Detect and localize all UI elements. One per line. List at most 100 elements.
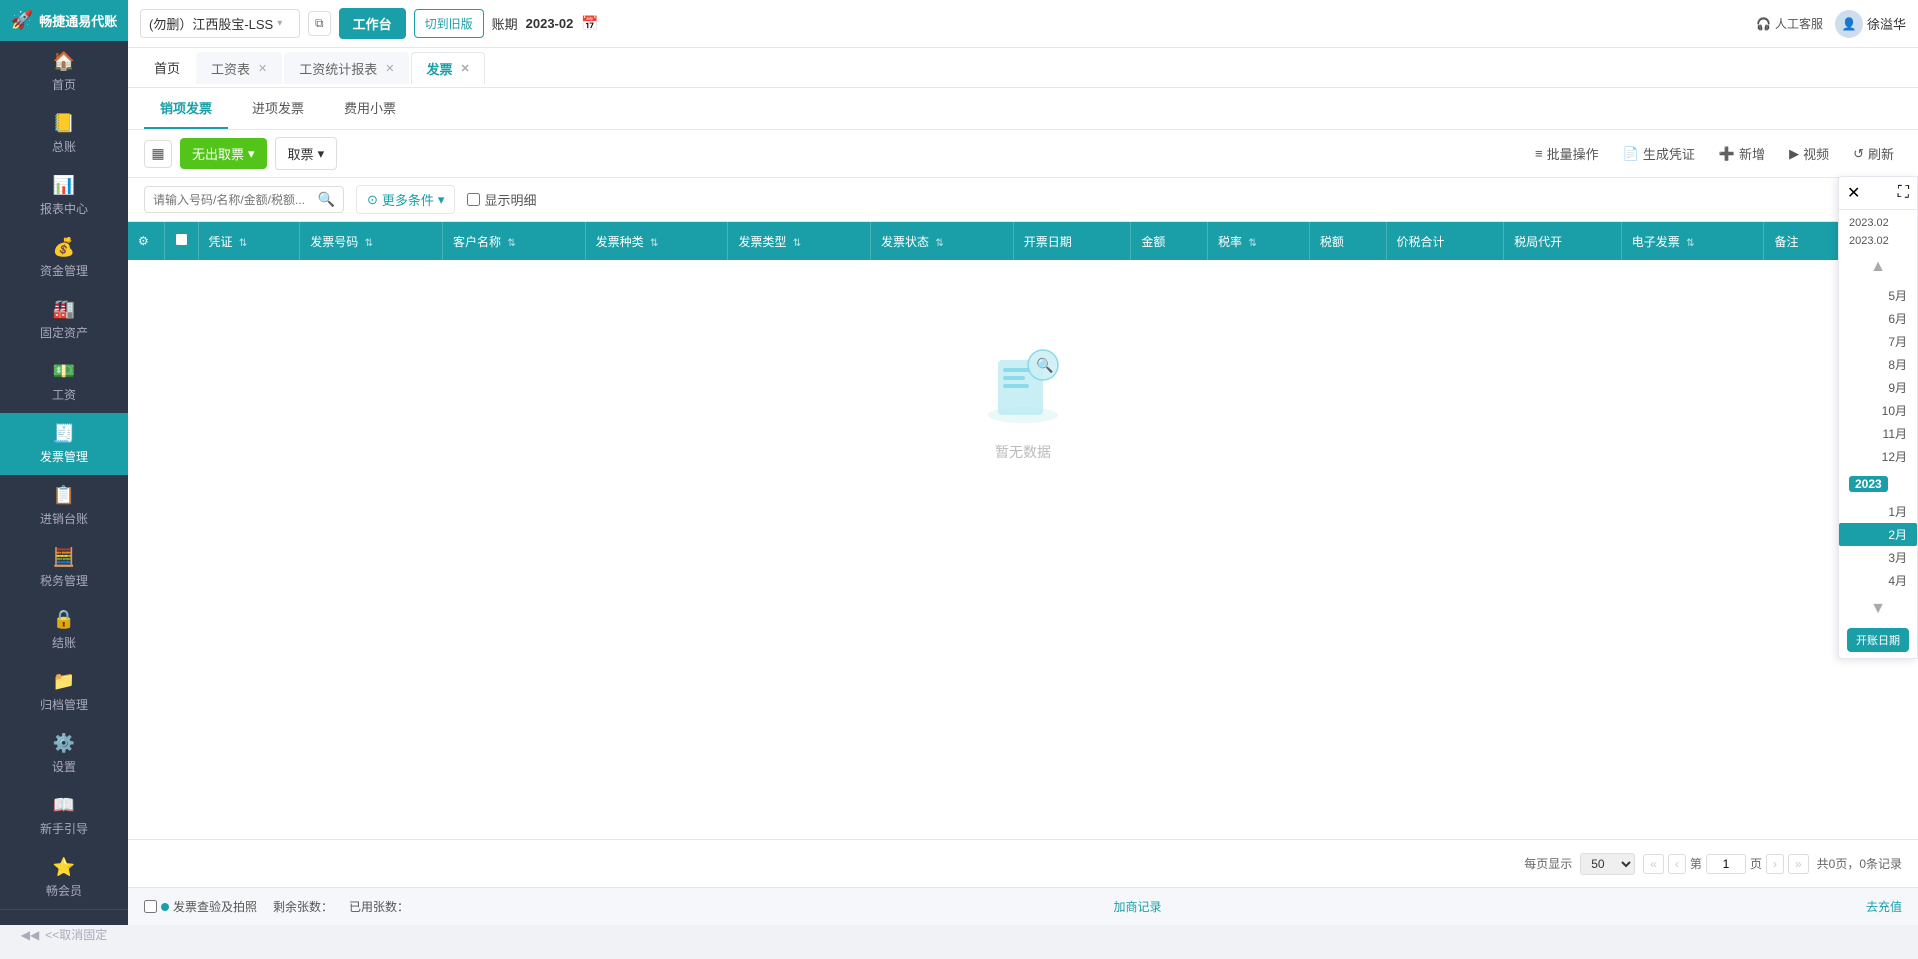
- new-label: 新增: [1739, 144, 1765, 163]
- col-invoice-category[interactable]: 发票类型 ⇅: [728, 222, 871, 260]
- company-selector[interactable]: (勿删）江西股宝-LSS ▾: [140, 9, 300, 38]
- grid-icon-btn[interactable]: ▦: [144, 140, 172, 168]
- tab-payroll[interactable]: 工资表 ✕: [196, 52, 282, 84]
- bottombar: 发票查验及拍照 剩余张数： 已用张数： 加商记录 去充值: [128, 887, 1918, 925]
- show-detail-checkbox[interactable]: 显示明细: [467, 190, 536, 209]
- date-item-7[interactable]: 7月: [1839, 330, 1917, 353]
- take-ticket-button[interactable]: 取票 ▾: [275, 137, 338, 170]
- sidebar-item-label: 归档管理: [40, 696, 88, 713]
- user-menu[interactable]: 👤 徐溢华: [1835, 10, 1906, 38]
- search-icon[interactable]: 🔍: [318, 191, 335, 208]
- tab-invoice[interactable]: 发票 ✕: [411, 52, 484, 84]
- verify-checkbox[interactable]: [144, 900, 157, 913]
- tab-home[interactable]: 首页: [140, 52, 194, 83]
- sort-invoice-no-icon: ⇅: [365, 238, 373, 249]
- no-cancel-button[interactable]: 无出取票 ▾: [180, 138, 267, 169]
- new-button[interactable]: ➕ 新增: [1711, 140, 1773, 167]
- no-cancel-arrow: ▾: [248, 146, 255, 162]
- date-item-10[interactable]: 10月: [1839, 399, 1917, 422]
- tab-close-payroll-stats[interactable]: ✕: [385, 62, 394, 75]
- date-panel-close-btn[interactable]: ✕: [1847, 183, 1860, 203]
- tab-close-invoice[interactable]: ✕: [461, 62, 470, 75]
- search-input[interactable]: [153, 193, 312, 207]
- sidebar-item-guide[interactable]: 📖 新手引导: [0, 785, 128, 847]
- switch-version-button[interactable]: 切到旧版: [414, 9, 484, 38]
- subtab-sales-invoice[interactable]: 销项发票: [144, 88, 228, 129]
- date-item-m3[interactable]: 3月: [1839, 546, 1917, 569]
- workspace-button[interactable]: 工作台: [339, 8, 406, 39]
- current-year-label[interactable]: 2023: [1839, 472, 1917, 496]
- col-invoice-status[interactable]: 发票状态 ⇅: [871, 222, 1014, 260]
- support-label: 人工客服: [1775, 15, 1823, 32]
- date-item-12[interactable]: 12月: [1839, 445, 1917, 468]
- sidebar-logo[interactable]: 🚀 畅捷通易代账: [0, 0, 128, 41]
- date-item-9[interactable]: 9月: [1839, 376, 1917, 399]
- date-item-2023-02-top1[interactable]: 2023.02: [1839, 214, 1917, 232]
- date-item-8[interactable]: 8月: [1839, 353, 1917, 376]
- date-item-m1[interactable]: 1月: [1839, 500, 1917, 523]
- recharge-link[interactable]: 去充值: [1866, 898, 1902, 915]
- batch-op-icon: ≡: [1535, 146, 1543, 161]
- sidebar-item-ledger[interactable]: 📒 总账: [0, 103, 128, 165]
- date-panel-expand-btn[interactable]: ⛶: [1898, 184, 1909, 202]
- support-button[interactable]: 🎧 人工客服: [1756, 15, 1823, 32]
- sidebar-item-assets[interactable]: 🏭 固定资产: [0, 289, 128, 351]
- show-detail-input[interactable]: [467, 193, 480, 206]
- sidebar-item-member[interactable]: ⭐ 畅会员: [0, 847, 128, 909]
- page-size-select[interactable]: 20 50 100: [1580, 853, 1635, 875]
- last-page-btn[interactable]: »: [1788, 854, 1809, 874]
- refresh-icon: ↺: [1853, 146, 1864, 162]
- sidebar-item-funds[interactable]: 💰 资金管理: [0, 227, 128, 289]
- col-e-invoice[interactable]: 电子发票 ⇅: [1621, 222, 1764, 260]
- collapse-sidebar-btn[interactable]: ◀◀ <<取消固定: [0, 918, 128, 951]
- tab-close-payroll[interactable]: ✕: [258, 62, 267, 75]
- date-item-11[interactable]: 11月: [1839, 422, 1917, 445]
- sidebar-item-payroll[interactable]: 💵 工资: [0, 351, 128, 413]
- check-verify-btn[interactable]: 发票查验及拍照: [144, 898, 257, 915]
- refresh-button[interactable]: ↺ 刷新: [1845, 140, 1902, 167]
- col-settings[interactable]: ⚙: [128, 222, 164, 260]
- next-page-btn[interactable]: ›: [1766, 854, 1784, 874]
- date-panel-current-year-months: 1月 2月 3月 4月: [1839, 496, 1917, 596]
- sidebar-item-invoice[interactable]: 🧾 发票管理: [0, 413, 128, 475]
- col-invoice-no[interactable]: 发票号码 ⇅: [300, 222, 443, 260]
- history-link[interactable]: 加商记录: [1114, 898, 1162, 915]
- col-cert[interactable]: 凭证 ⇅: [198, 222, 300, 260]
- col-tax-rate[interactable]: 税率 ⇅: [1208, 222, 1310, 260]
- select-all-checkbox[interactable]: [175, 233, 188, 246]
- sidebar-item-close[interactable]: 🔒 结账: [0, 599, 128, 661]
- date-item-m2[interactable]: 2月: [1839, 523, 1917, 546]
- date-item-m4[interactable]: 4月: [1839, 569, 1917, 592]
- col-customer[interactable]: 客户名称 ⇅: [442, 222, 585, 260]
- show-detail-label: 显示明细: [484, 190, 536, 209]
- generate-cert-button[interactable]: 📄 生成凭证: [1615, 140, 1703, 167]
- sidebar-item-settings[interactable]: ⚙️ 设置: [0, 723, 128, 785]
- sidebar-item-reports[interactable]: 📊 报表中心: [0, 165, 128, 227]
- copy-button[interactable]: ⧉: [308, 11, 331, 36]
- subtab-expense-receipt[interactable]: 费用小票: [328, 88, 412, 129]
- date-panel-down-arrow[interactable]: ▼: [1839, 596, 1917, 622]
- surplus-count: 剩余张数：: [273, 898, 333, 915]
- sidebar-item-home[interactable]: 🏠 首页: [0, 41, 128, 103]
- date-item-2023-02-top2[interactable]: 2023.02: [1839, 232, 1917, 250]
- table-wrapper[interactable]: ⚙ 凭证 ⇅ 发票号码 ⇅ 客户名称 ⇅ 发票种类 ⇅ 发票类型 ⇅ 发票状态 …: [128, 222, 1918, 839]
- logo-icon: 🚀: [11, 10, 33, 31]
- sidebar-item-sales[interactable]: 📋 进销台账: [0, 475, 128, 537]
- video-button[interactable]: ▶ 视频: [1781, 140, 1837, 167]
- date-item-6[interactable]: 6月: [1839, 307, 1917, 330]
- open-period-button[interactable]: 开账日期: [1847, 628, 1909, 652]
- date-item-5[interactable]: 5月: [1839, 284, 1917, 307]
- prev-page-btn[interactable]: ‹: [1668, 854, 1686, 874]
- sidebar-item-archive[interactable]: 📁 归档管理: [0, 661, 128, 723]
- col-checkbox[interactable]: [164, 222, 198, 260]
- tab-payroll-stats[interactable]: 工资统计报表 ✕: [284, 52, 409, 84]
- sidebar-item-tax[interactable]: 🧮 税务管理: [0, 537, 128, 599]
- date-panel-up-arrow[interactable]: ▲: [1839, 254, 1917, 280]
- user-name: 徐溢华: [1867, 14, 1906, 33]
- col-invoice-type[interactable]: 发票种类 ⇅: [585, 222, 728, 260]
- first-page-btn[interactable]: «: [1643, 854, 1664, 874]
- subtab-purchase-invoice[interactable]: 进项发票: [236, 88, 320, 129]
- more-filter-button[interactable]: ⊙ 更多条件 ▾: [356, 185, 455, 214]
- page-number-input[interactable]: [1706, 854, 1746, 874]
- batch-op-button[interactable]: ≡ 批量操作: [1527, 140, 1607, 167]
